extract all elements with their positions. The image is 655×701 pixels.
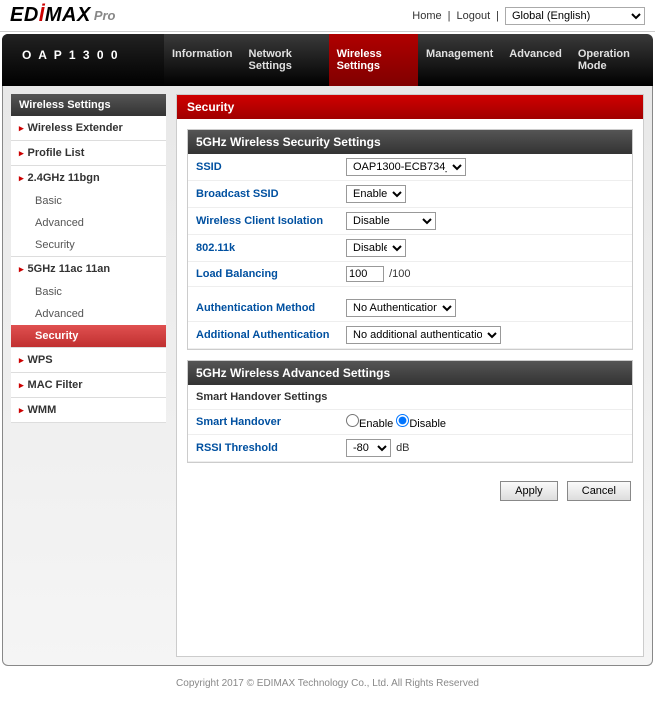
loadbal-label: Load Balancing: [188, 262, 338, 287]
nav-wireless-settings[interactable]: Wireless Settings: [329, 34, 418, 86]
nav-management[interactable]: Management: [418, 34, 501, 86]
auth-select[interactable]: No Authentication: [346, 299, 456, 317]
broadcast-select[interactable]: Enable: [346, 185, 406, 203]
sidebar-title: Wireless Settings: [11, 94, 166, 116]
ssid-label: SSID: [188, 154, 338, 181]
sidebar-item-24-security[interactable]: Security: [11, 234, 166, 256]
sidebar-item-5-security[interactable]: Security: [11, 325, 166, 347]
ssid-select[interactable]: OAP1300-ECB734_A: [346, 158, 466, 176]
sidebar-item-5-advanced[interactable]: Advanced: [11, 303, 166, 325]
isolation-select[interactable]: Disable: [346, 212, 436, 230]
addauth-label: Additional Authentication: [188, 322, 338, 349]
rssi-select[interactable]: -80: [346, 439, 391, 457]
sidebar-item-wps[interactable]: WPS: [11, 348, 166, 372]
cancel-button[interactable]: Cancel: [567, 481, 631, 501]
topbar: EDİMAXPro Home | Logout | Global (Englis…: [0, 0, 655, 32]
sidebar-item-extender[interactable]: Wireless Extender: [11, 116, 166, 140]
handover-enable-option[interactable]: Enable: [346, 418, 393, 430]
navbar: O A P 1 3 0 0 Information Network Settin…: [2, 34, 653, 86]
security-panel-title: 5GHz Wireless Security Settings: [188, 130, 632, 154]
loadbal-input[interactable]: [346, 266, 384, 282]
content: Security 5GHz Wireless Security Settings…: [176, 94, 644, 657]
advanced-panel-title: 5GHz Wireless Advanced Settings: [188, 361, 632, 385]
apply-button[interactable]: Apply: [500, 481, 558, 501]
nav-advanced[interactable]: Advanced: [501, 34, 570, 86]
model-label: O A P 1 3 0 0: [2, 34, 164, 86]
handover-enable-radio[interactable]: [346, 414, 359, 427]
logout-link[interactable]: Logout: [456, 10, 490, 22]
nav-network-settings[interactable]: Network Settings: [241, 34, 329, 86]
handover-label: Smart Handover: [188, 410, 338, 435]
80211k-select[interactable]: Disable: [346, 239, 406, 257]
logo: EDİMAXPro: [10, 4, 115, 27]
sidebar: Wireless Settings Wireless Extender Prof…: [11, 94, 166, 657]
security-panel: 5GHz Wireless Security Settings SSID OAP…: [187, 129, 633, 350]
sidebar-item-24-advanced[interactable]: Advanced: [11, 212, 166, 234]
sidebar-item-5ghz[interactable]: 5GHz 11ac 11an: [11, 257, 166, 281]
80211k-label: 802.11k: [188, 235, 338, 262]
sidebar-item-5-basic[interactable]: Basic: [11, 281, 166, 303]
handover-disable-option[interactable]: Disable: [396, 418, 446, 430]
isolation-label: Wireless Client Isolation: [188, 208, 338, 235]
sidebar-item-24ghz[interactable]: 2.4GHz 11bgn: [11, 166, 166, 190]
footer: Copyright 2017 © EDIMAX Technology Co., …: [0, 666, 655, 701]
sidebar-item-wmm[interactable]: WMM: [11, 398, 166, 422]
top-links: Home | Logout | Global (English): [412, 7, 645, 25]
auth-label: Authentication Method: [188, 295, 338, 322]
handover-subhead: Smart Handover Settings: [188, 385, 632, 410]
rssi-label: RSSI Threshold: [188, 435, 338, 462]
advanced-panel: 5GHz Wireless Advanced Settings Smart Ha…: [187, 360, 633, 463]
addauth-select[interactable]: No additional authentication: [346, 326, 501, 344]
page-title: Security: [177, 95, 643, 119]
sidebar-item-mac-filter[interactable]: MAC Filter: [11, 373, 166, 397]
nav-operation-mode[interactable]: Operation Mode: [570, 34, 653, 86]
nav-information[interactable]: Information: [164, 34, 241, 86]
broadcast-label: Broadcast SSID: [188, 181, 338, 208]
handover-disable-radio[interactable]: [396, 414, 409, 427]
rssi-unit: dB: [396, 442, 409, 454]
language-select[interactable]: Global (English): [505, 7, 645, 25]
sidebar-item-24-basic[interactable]: Basic: [11, 190, 166, 212]
sidebar-item-profile[interactable]: Profile List: [11, 141, 166, 165]
loadbal-suffix: /100: [389, 268, 410, 280]
home-link[interactable]: Home: [412, 10, 441, 22]
